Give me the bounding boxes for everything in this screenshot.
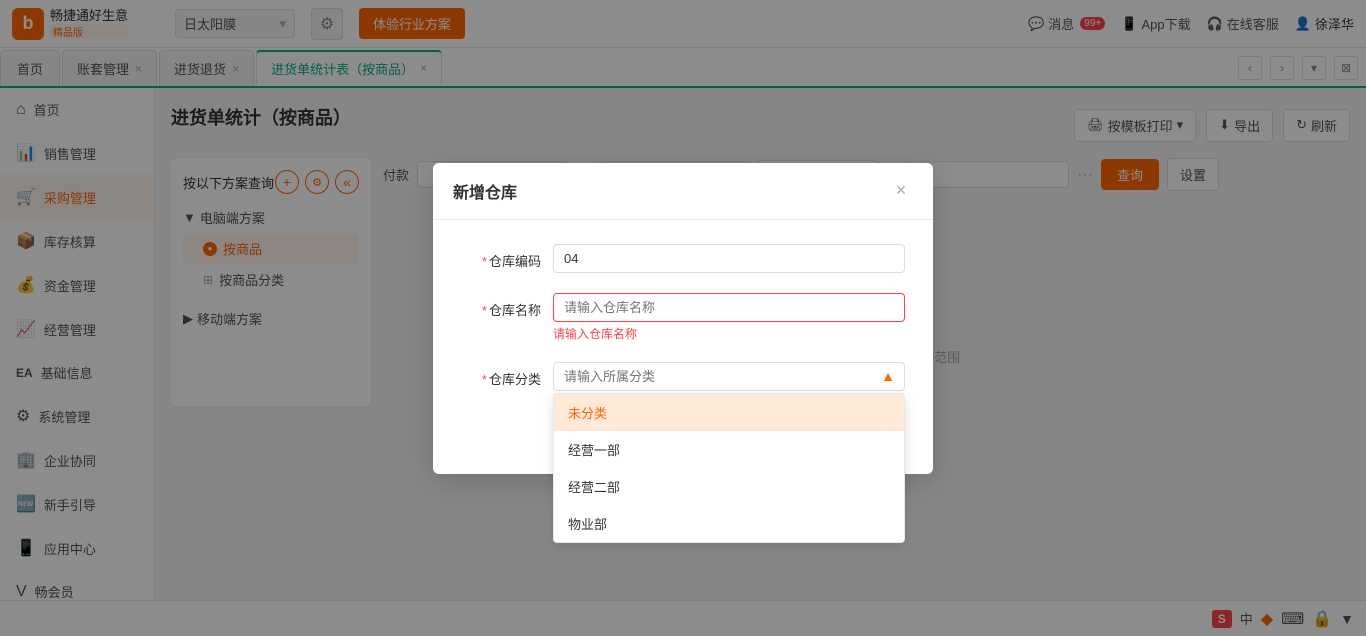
warehouse-category-input[interactable] xyxy=(553,362,905,391)
warehouse-category-input-wrap: ▲ 未分类 经营一部 经营二部 物业部 xyxy=(553,362,905,391)
modal-title: 新增仓库 xyxy=(453,179,517,203)
chevron-up-icon[interactable]: ▲ xyxy=(881,368,895,384)
dropdown-item-uncategorized[interactable]: 未分类 xyxy=(554,394,904,431)
category-dropdown: 未分类 经营一部 经营二部 物业部 xyxy=(553,393,905,543)
form-row-name: 仓库名称 请输入仓库名称 xyxy=(461,293,905,342)
modal-close-button[interactable]: × xyxy=(889,179,913,203)
modal-header: 新增仓库 × xyxy=(433,163,933,220)
warehouse-name-input-wrap: 请输入仓库名称 xyxy=(553,293,905,342)
modal-body: 仓库编码 仓库名称 请输入仓库名称 仓库分类 ▲ xyxy=(433,220,933,407)
warehouse-code-label: 仓库编码 xyxy=(461,244,541,270)
warehouse-code-input[interactable] xyxy=(553,244,905,273)
warehouse-name-error: 请输入仓库名称 xyxy=(553,325,905,342)
dropdown-item-operation1[interactable]: 经营一部 xyxy=(554,431,904,468)
form-row-code: 仓库编码 xyxy=(461,244,905,273)
warehouse-name-input[interactable] xyxy=(553,293,905,322)
dropdown-item-property[interactable]: 物业部 xyxy=(554,505,904,542)
add-warehouse-modal: 新增仓库 × 仓库编码 仓库名称 请输入仓库名称 仓库分类 xyxy=(433,163,933,474)
dropdown-item-operation2[interactable]: 经营二部 xyxy=(554,468,904,505)
modal-overlay: 新增仓库 × 仓库编码 仓库名称 请输入仓库名称 仓库分类 xyxy=(0,0,1366,636)
warehouse-name-label: 仓库名称 xyxy=(461,293,541,319)
warehouse-category-label: 仓库分类 xyxy=(461,362,541,388)
form-row-category: 仓库分类 ▲ 未分类 经营一部 经营二部 物业部 xyxy=(461,362,905,391)
warehouse-code-input-wrap xyxy=(553,244,905,273)
